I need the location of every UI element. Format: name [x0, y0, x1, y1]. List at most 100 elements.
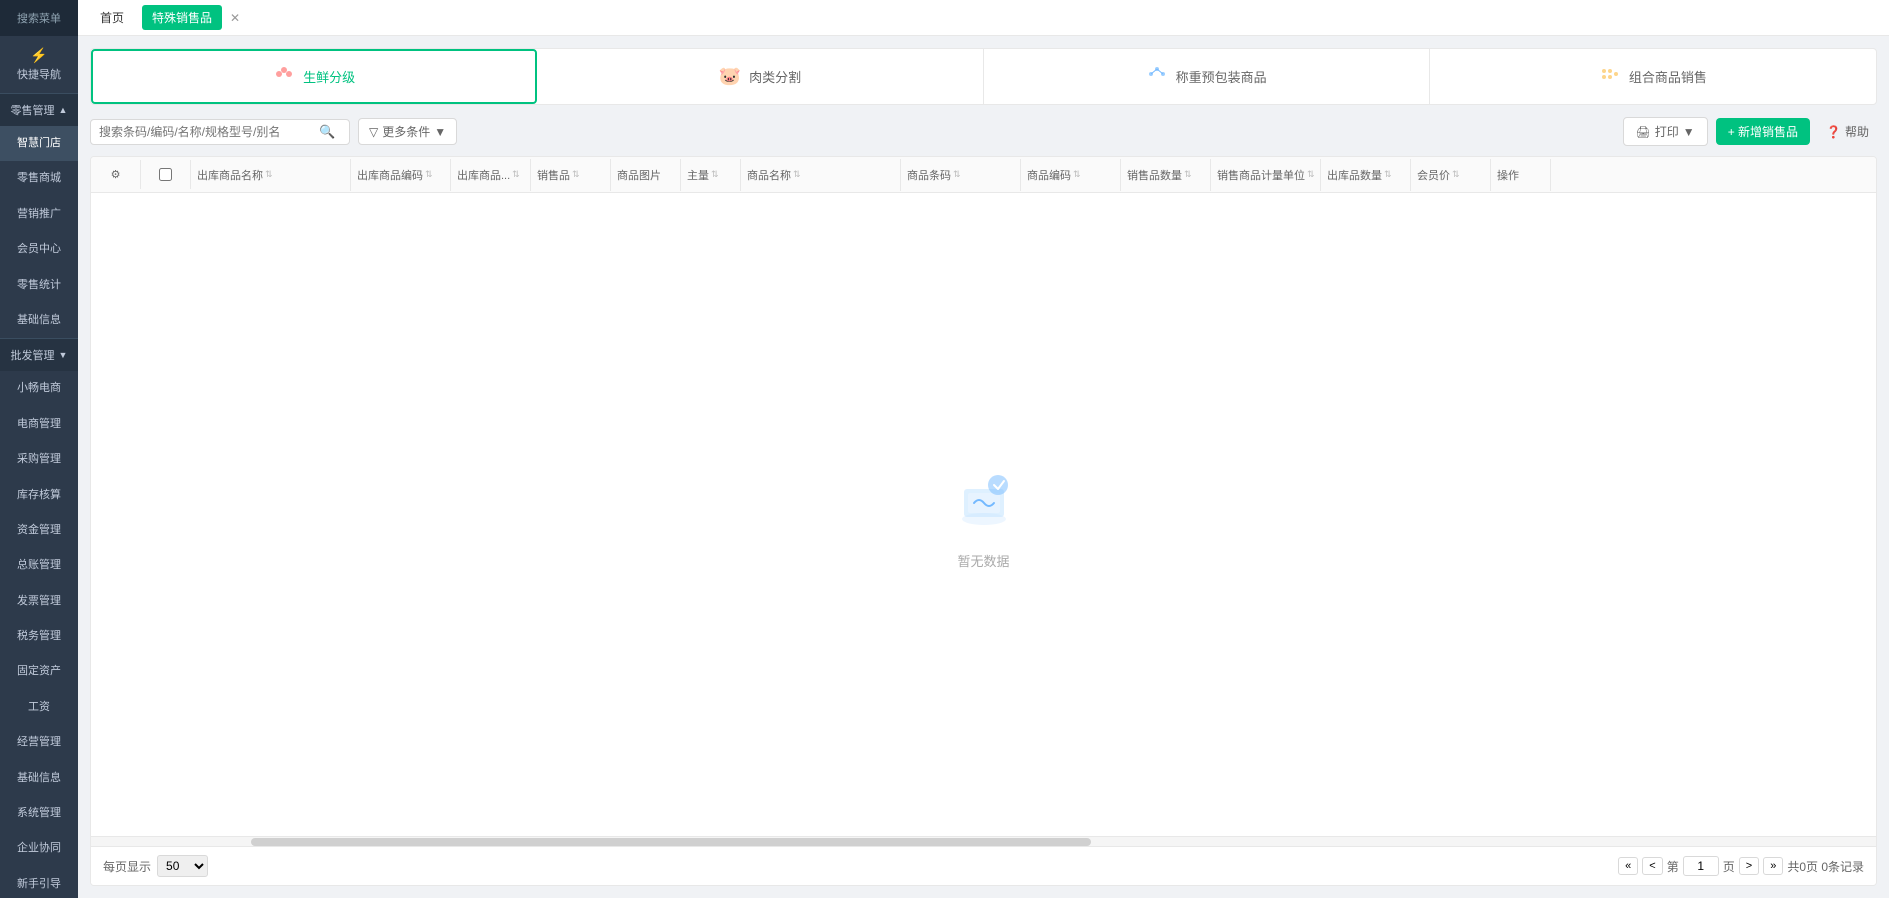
sidebar-item-general-ledger[interactable]: 总账管理: [0, 548, 78, 583]
th-out-spec: 出库商品... ⇅: [451, 159, 531, 191]
toolbar: 🔍 ▽ 更多条件 ▼ 🖨 打印 ▼ + 新增销售品 ❓: [90, 117, 1877, 146]
cat-tab-combo-sale[interactable]: 组合商品销售: [1430, 49, 1876, 104]
sort-sale-icon[interactable]: ⇅: [572, 169, 580, 180]
sidebar-item-operations[interactable]: 经营管理: [0, 725, 78, 760]
pagination-info: 每页显示 50 10 20 100: [103, 855, 208, 877]
wholesale-arrow-icon: ▼: [59, 350, 68, 360]
retail-arrow-icon: ▲: [59, 105, 68, 115]
page-size-select[interactable]: 50 10 20 100: [157, 855, 208, 877]
sidebar-item-enterprise[interactable]: 企业协同: [0, 831, 78, 866]
sidebar-item-basic-info[interactable]: 基础信息: [0, 303, 78, 338]
sidebar-item-tax[interactable]: 税务管理: [0, 619, 78, 654]
sidebar-item-wages[interactable]: 工资: [0, 690, 78, 725]
sidebar-item-quick-nav[interactable]: ⚡ 快捷导航: [0, 36, 78, 93]
sidebar-item-retail-stats[interactable]: 零售统计: [0, 268, 78, 303]
sidebar-section-wholesale[interactable]: 批发管理 ▼: [0, 338, 78, 371]
filter-arrow-icon: ▼: [434, 125, 446, 139]
combo-sale-icon: [1599, 63, 1621, 90]
sort-goods-name-icon[interactable]: ⇅: [793, 169, 801, 180]
th-member-price: 会员价 ⇅: [1411, 159, 1491, 191]
th-barcode: 商品条码 ⇅: [901, 159, 1021, 191]
weigh-pack-icon: [1146, 63, 1168, 90]
select-all-checkbox[interactable]: [159, 168, 172, 181]
current-page-input[interactable]: [1683, 856, 1719, 876]
sort-unit-icon[interactable]: ⇅: [1307, 169, 1315, 180]
prev-page-button[interactable]: <: [1642, 857, 1662, 875]
sidebar-item-mini-ecom[interactable]: 小畅电商: [0, 371, 78, 406]
sidebar: 搜索菜单 ⚡ 快捷导航 零售管理 ▲ 智慧门店 零售商城 营销推广 会员中心 零…: [0, 0, 78, 898]
sort-sale-qty-icon[interactable]: ⇅: [1184, 169, 1192, 180]
quick-nav-icon: ⚡: [4, 46, 74, 66]
th-goods-img: 商品图片: [611, 159, 681, 191]
category-tabs: 生鲜分级 🐷 肉类分割 称重预包装商品: [90, 48, 1877, 105]
sidebar-item-invoice[interactable]: 发票管理: [0, 584, 78, 619]
cat-tab-weigh-pack[interactable]: 称重预包装商品: [984, 49, 1430, 104]
toolbar-left: 🔍 ▽ 更多条件 ▼: [90, 118, 457, 145]
close-tab-icon[interactable]: ✕: [230, 11, 240, 25]
sidebar-item-purchase[interactable]: 采购管理: [0, 442, 78, 477]
th-checkbox[interactable]: [141, 160, 191, 189]
total-info: 共0页 0条记录: [1787, 858, 1864, 875]
settings-icon[interactable]: ⚙: [111, 168, 121, 181]
last-page-button[interactable]: »: [1763, 857, 1783, 875]
search-icon[interactable]: 🔍: [319, 124, 335, 140]
toolbar-right: 🖨 打印 ▼ + 新增销售品 ❓ 帮助: [1623, 117, 1877, 146]
sidebar-item-marketing[interactable]: 营销推广: [0, 197, 78, 232]
th-settings[interactable]: ⚙: [91, 160, 141, 189]
th-operation: 操作: [1491, 159, 1551, 191]
sidebar-item-fixed-assets[interactable]: 固定资产: [0, 654, 78, 689]
sidebar-item-basic-info2[interactable]: 基础信息: [0, 761, 78, 796]
main-area: 首页 特殊销售品 ✕ 生鲜分级 🐷 肉类分割: [78, 0, 1889, 898]
search-input[interactable]: [99, 125, 319, 139]
tab-home[interactable]: 首页: [90, 5, 134, 30]
content-area: 生鲜分级 🐷 肉类分割 称重预包装商品: [78, 36, 1889, 898]
sort-out-code-icon[interactable]: ⇅: [425, 169, 433, 180]
filter-icon: ▽: [369, 125, 378, 139]
sort-goods-code-icon[interactable]: ⇅: [1073, 169, 1081, 180]
sort-out-name-icon[interactable]: ⇅: [265, 169, 273, 180]
pagination-controls: « < 第 页 > » 共0页 0条记录: [1618, 856, 1864, 876]
empty-state: 暂无数据: [91, 193, 1876, 836]
sidebar-item-finance[interactable]: 资金管理: [0, 513, 78, 548]
tab-special-goods[interactable]: 特殊销售品: [142, 5, 222, 30]
print-button[interactable]: 🖨 打印 ▼: [1623, 117, 1708, 146]
search-box[interactable]: 🔍: [90, 119, 350, 145]
fresh-grade-icon: [273, 63, 295, 90]
cat-tab-fresh-grade[interactable]: 生鲜分级: [91, 49, 537, 104]
next-page-button[interactable]: >: [1739, 857, 1759, 875]
sort-price-icon[interactable]: ⇅: [1452, 169, 1460, 180]
page-label-after: 页: [1723, 858, 1735, 875]
th-goods-code: 商品编码 ⇅: [1021, 159, 1121, 191]
th-main-weight: 主量 ⇅: [681, 159, 741, 191]
sidebar-item-smart-store[interactable]: 智慧门店: [0, 126, 78, 161]
help-button[interactable]: ❓ 帮助: [1818, 118, 1877, 145]
sidebar-section-retail[interactable]: 零售管理 ▲: [0, 93, 78, 126]
page-label-before: 第: [1667, 858, 1679, 875]
th-sale-goods: 销售品 ⇅: [531, 159, 611, 191]
th-goods-name: 商品名称 ⇅: [741, 159, 901, 191]
horizontal-scrollbar[interactable]: [91, 836, 1876, 846]
sidebar-item-ecom-mgmt[interactable]: 电商管理: [0, 407, 78, 442]
table-footer: 每页显示 50 10 20 100 « < 第 页 > » 共: [91, 846, 1876, 885]
top-nav: 首页 特殊销售品 ✕: [78, 0, 1889, 36]
sidebar-item-newbie[interactable]: 新手引导: [0, 867, 78, 898]
sort-spec-icon[interactable]: ⇅: [512, 169, 520, 180]
first-page-button[interactable]: «: [1618, 857, 1638, 875]
print-icon: 🖨: [1636, 125, 1651, 139]
filter-button[interactable]: ▽ 更多条件 ▼: [358, 118, 457, 145]
sort-out-qty-icon[interactable]: ⇅: [1384, 169, 1392, 180]
sort-main-icon[interactable]: ⇅: [711, 169, 719, 180]
help-icon: ❓: [1826, 125, 1841, 139]
sidebar-item-system[interactable]: 系统管理: [0, 796, 78, 831]
table-container: ⚙ 出库商品名称 ⇅ 出库商品编码 ⇅ 出库商品... ⇅: [90, 156, 1877, 886]
sidebar-logo[interactable]: 搜索菜单: [0, 0, 78, 36]
sort-barcode-icon[interactable]: ⇅: [953, 169, 961, 180]
sidebar-item-member[interactable]: 会员中心: [0, 232, 78, 267]
sidebar-item-inventory[interactable]: 库存核算: [0, 478, 78, 513]
cat-tab-meat-cut[interactable]: 🐷 肉类分割: [537, 49, 983, 104]
add-goods-button[interactable]: + 新增销售品: [1716, 118, 1810, 145]
scrollbar-thumb[interactable]: [251, 838, 1091, 846]
th-out-qty: 出库品数量 ⇅: [1321, 159, 1411, 191]
empty-text: 暂无数据: [957, 551, 1009, 570]
sidebar-item-retail-mall[interactable]: 零售商城: [0, 161, 78, 196]
